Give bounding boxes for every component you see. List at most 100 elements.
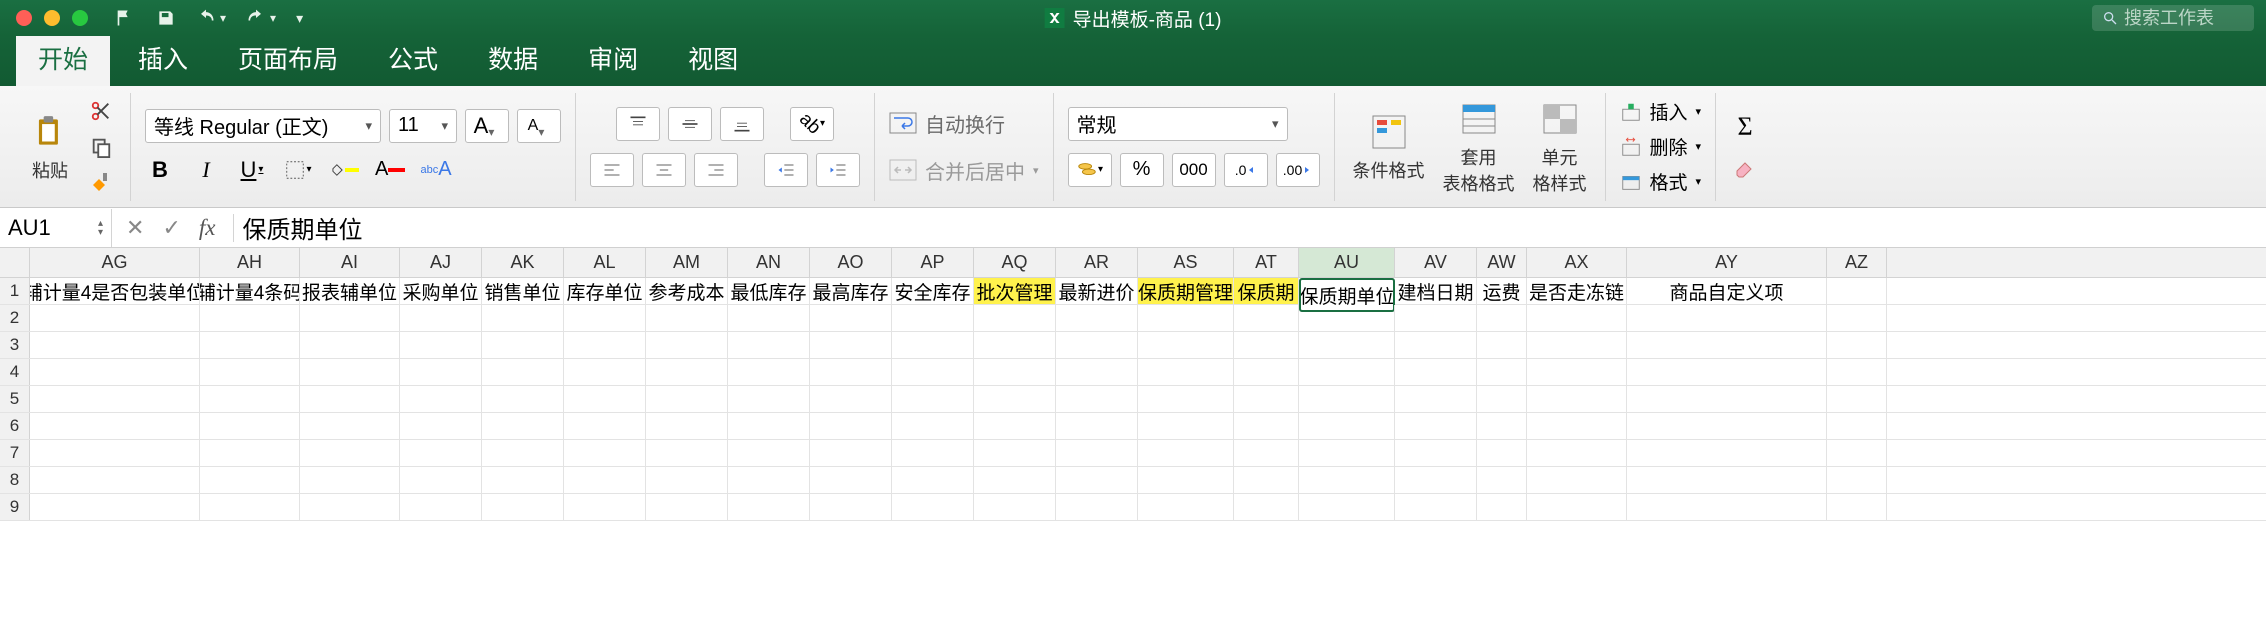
cell-AN1[interactable]: 最低库存 [728,278,810,304]
tab-view[interactable]: 视图 [666,32,760,86]
undo-button[interactable]: ▾ [196,8,226,28]
row-header-2[interactable]: 2 [0,305,30,331]
cell-AZ4[interactable] [1827,359,1887,385]
table-format-button[interactable]: 套用 表格格式 [1439,95,1519,198]
cell-AJ4[interactable] [400,359,482,385]
cell-AL3[interactable] [564,332,646,358]
cell-AW6[interactable] [1477,413,1527,439]
cell-AM9[interactable] [646,494,728,520]
cell-AJ3[interactable] [400,332,482,358]
cell-AM4[interactable] [646,359,728,385]
column-header-AR[interactable]: AR [1056,248,1138,277]
cell-AP1[interactable]: 安全库存 [892,278,974,304]
cell-AS1[interactable]: 保质期管理 [1138,278,1234,304]
cell-AP9[interactable] [892,494,974,520]
cell-AK9[interactable] [482,494,564,520]
bold-button[interactable]: B [145,155,175,185]
cell-AH3[interactable] [200,332,300,358]
cell-AN8[interactable] [728,467,810,493]
cell-AM2[interactable] [646,305,728,331]
cell-AZ2[interactable] [1827,305,1887,331]
cell-AN5[interactable] [728,386,810,412]
cell-AW2[interactable] [1477,305,1527,331]
cell-AI8[interactable] [300,467,400,493]
column-header-AH[interactable]: AH [200,248,300,277]
merge-center-button[interactable]: 合并后居中 ▾ [889,156,1039,185]
increase-decimal-button[interactable]: .0 [1224,153,1268,187]
cell-AR3[interactable] [1056,332,1138,358]
column-header-AZ[interactable]: AZ [1827,248,1887,277]
format-painter-button[interactable] [86,168,116,198]
cell-AQ7[interactable] [974,440,1056,466]
cell-AX8[interactable] [1527,467,1627,493]
cell-AZ7[interactable] [1827,440,1887,466]
cell-AN3[interactable] [728,332,810,358]
orientation-button[interactable]: ab▾ [790,107,834,141]
row-header-9[interactable]: 9 [0,494,30,520]
phonetic-button[interactable]: abcA [421,155,451,185]
cell-AW3[interactable] [1477,332,1527,358]
cell-AJ2[interactable] [400,305,482,331]
cell-AP3[interactable] [892,332,974,358]
paste-button[interactable]: 粘贴 [24,108,76,185]
cell-AQ4[interactable] [974,359,1056,385]
cell-AH9[interactable] [200,494,300,520]
column-header-AN[interactable]: AN [728,248,810,277]
cell-AK1[interactable]: 销售单位 [482,278,564,304]
cell-AZ9[interactable] [1827,494,1887,520]
cell-AS4[interactable] [1138,359,1234,385]
formula-input[interactable] [234,214,2266,242]
cell-AM7[interactable] [646,440,728,466]
cell-AO5[interactable] [810,386,892,412]
tab-data[interactable]: 数据 [466,32,560,86]
sheet-search[interactable] [2092,5,2254,31]
cell-AN4[interactable] [728,359,810,385]
cell-AM3[interactable] [646,332,728,358]
conditional-format-button[interactable]: 条件格式 [1349,108,1429,185]
align-left-button[interactable] [590,153,634,187]
cell-AL2[interactable] [564,305,646,331]
row-header-3[interactable]: 3 [0,332,30,358]
cell-AR2[interactable] [1056,305,1138,331]
cell-AQ1[interactable]: 批次管理 [974,278,1056,304]
column-header-AJ[interactable]: AJ [400,248,482,277]
decrease-decimal-button[interactable]: .00 [1276,153,1320,187]
cell-AG9[interactable] [30,494,200,520]
cell-AU4[interactable] [1299,359,1395,385]
cell-AZ8[interactable] [1827,467,1887,493]
row-header-8[interactable]: 8 [0,467,30,493]
cell-AG6[interactable] [30,413,200,439]
cell-AM1[interactable]: 参考成本 [646,278,728,304]
cell-AH2[interactable] [200,305,300,331]
align-bottom-button[interactable] [720,107,764,141]
cell-AG2[interactable] [30,305,200,331]
cell-AP6[interactable] [892,413,974,439]
row-header-1[interactable]: 1 [0,278,30,304]
cell-AR9[interactable] [1056,494,1138,520]
align-center-button[interactable] [642,153,686,187]
cell-AY3[interactable] [1627,332,1827,358]
cell-AY1[interactable]: 商品自定义项 [1627,278,1827,304]
row-header-4[interactable]: 4 [0,359,30,385]
cell-AG1[interactable]: 辅计量4是否包装单位 [30,278,200,304]
cell-AU8[interactable] [1299,467,1395,493]
cell-AO9[interactable] [810,494,892,520]
cell-AN6[interactable] [728,413,810,439]
cell-AG7[interactable] [30,440,200,466]
cell-AP7[interactable] [892,440,974,466]
cell-AY7[interactable] [1627,440,1827,466]
row-header-7[interactable]: 7 [0,440,30,466]
cell-AS3[interactable] [1138,332,1234,358]
cell-AY5[interactable] [1627,386,1827,412]
cell-AQ6[interactable] [974,413,1056,439]
cell-AT1[interactable]: 保质期 [1234,278,1299,304]
cell-AZ5[interactable] [1827,386,1887,412]
font-name-select[interactable]: 等线 Regular (正文)▾ [145,109,381,143]
cell-AJ8[interactable] [400,467,482,493]
cell-AL5[interactable] [564,386,646,412]
cell-AJ6[interactable] [400,413,482,439]
cell-AK7[interactable] [482,440,564,466]
cell-AO8[interactable] [810,467,892,493]
copy-button[interactable] [86,132,116,162]
comma-button[interactable]: 000 [1172,153,1216,187]
